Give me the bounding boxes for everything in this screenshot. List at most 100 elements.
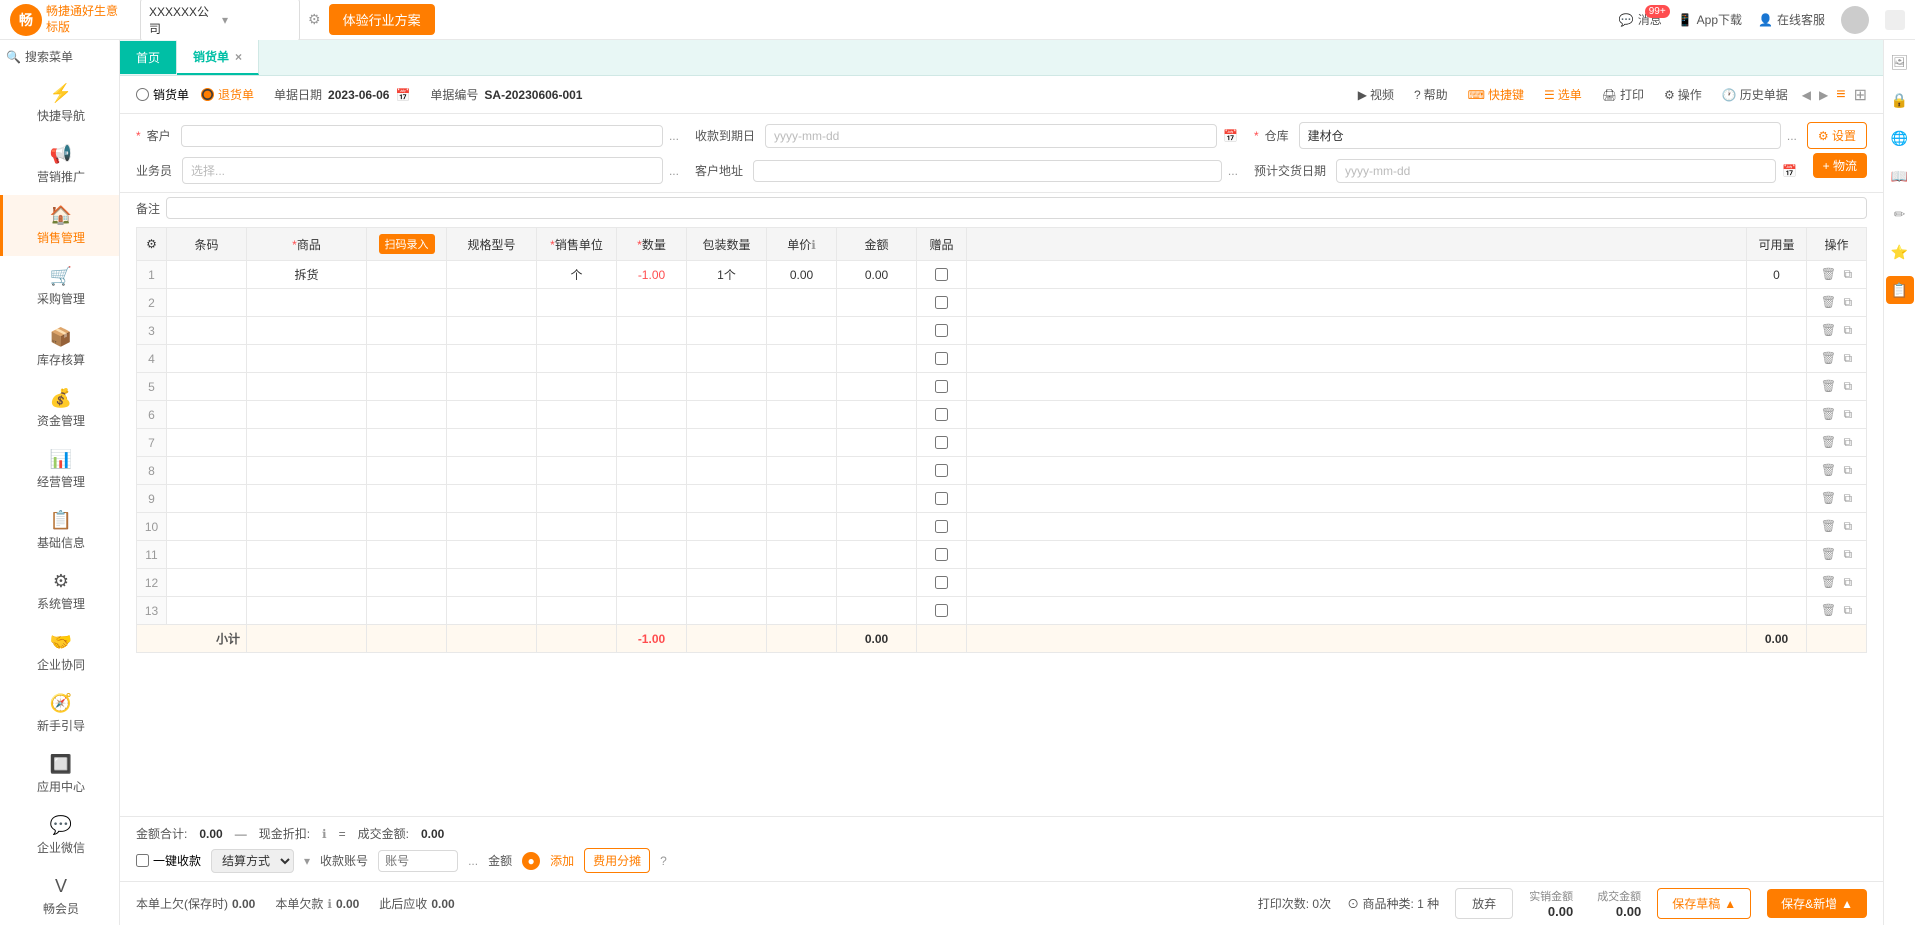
sidebar-item-purchase[interactable]: 🛒 采购管理: [0, 256, 119, 317]
rs-shield-icon[interactable]: 🔒: [1886, 86, 1914, 114]
gift-checkbox[interactable]: [935, 548, 948, 561]
pkg-qty-cell[interactable]: [687, 429, 767, 457]
spec-cell[interactable]: [447, 597, 537, 625]
quantity-cell[interactable]: [617, 401, 687, 429]
product-cell[interactable]: [247, 429, 367, 457]
barcode-cell[interactable]: [167, 429, 247, 457]
customer-addr-input[interactable]: [753, 160, 1222, 182]
account-dots-btn[interactable]: ...: [468, 854, 478, 868]
rs-globe-icon[interactable]: 🌐: [1886, 124, 1914, 152]
price-cell[interactable]: 0.00: [767, 261, 837, 289]
amount-cell[interactable]: [837, 345, 917, 373]
sidebar-item-sales[interactable]: 🏠 销售管理: [0, 195, 119, 256]
customer-addr-dots[interactable]: ...: [1228, 164, 1238, 178]
settings-icon[interactable]: ⚙: [308, 11, 321, 28]
radio-sales-order[interactable]: 销货单: [136, 86, 189, 103]
quantity-cell[interactable]: [617, 485, 687, 513]
product-cell[interactable]: [247, 289, 367, 317]
unit-cell[interactable]: [537, 317, 617, 345]
one-click-pay-input[interactable]: [136, 854, 149, 867]
sidebar-item-finance[interactable]: 💰 资金管理: [0, 378, 119, 439]
spec-cell[interactable]: [447, 457, 537, 485]
spec-cell[interactable]: [447, 317, 537, 345]
pkg-qty-cell[interactable]: [687, 457, 767, 485]
barcode-cell[interactable]: [167, 541, 247, 569]
price-cell[interactable]: [767, 541, 837, 569]
barcode-cell[interactable]: [167, 261, 247, 289]
copy-icon[interactable]: ⧉: [1844, 295, 1853, 309]
gift-cell[interactable]: [917, 289, 967, 317]
trial-button[interactable]: 体验行业方案: [329, 4, 435, 35]
barcode-cell[interactable]: [167, 401, 247, 429]
table-gear-icon[interactable]: ⚙: [146, 237, 157, 251]
fee-help-icon[interactable]: ?: [660, 854, 667, 868]
gift-checkbox[interactable]: [935, 492, 948, 505]
gift-cell[interactable]: [917, 569, 967, 597]
amount-cell[interactable]: [837, 289, 917, 317]
pkg-qty-cell[interactable]: [687, 373, 767, 401]
barcode-cell[interactable]: [167, 373, 247, 401]
copy-icon[interactable]: ⧉: [1844, 463, 1853, 477]
gift-checkbox[interactable]: [935, 604, 948, 617]
unit-cell[interactable]: [537, 345, 617, 373]
copy-icon[interactable]: ⧉: [1844, 435, 1853, 449]
scan-button[interactable]: 扫码录入: [379, 234, 435, 254]
delete-icon[interactable]: 🗑: [1821, 575, 1836, 589]
calc-method-select[interactable]: 结算方式: [211, 849, 294, 873]
pkg-qty-cell[interactable]: [687, 541, 767, 569]
spec-cell[interactable]: [447, 569, 537, 597]
delete-icon[interactable]: 🗑: [1821, 519, 1836, 533]
sidebar-item-vip[interactable]: V 畅会员: [0, 866, 119, 925]
unit-cell[interactable]: [537, 401, 617, 429]
sidebar-item-marketing[interactable]: 📢 营销推广: [0, 134, 119, 195]
quantity-cell[interactable]: [617, 569, 687, 597]
unit-cell[interactable]: [537, 289, 617, 317]
product-cell[interactable]: [247, 317, 367, 345]
customer-dots-btn[interactable]: ...: [669, 129, 679, 143]
barcode-cell[interactable]: [167, 317, 247, 345]
app-download-button[interactable]: 📱 App下载: [1678, 11, 1742, 28]
delete-icon[interactable]: 🗑: [1821, 407, 1836, 421]
unit-cell[interactable]: [537, 597, 617, 625]
next-icon[interactable]: ▶: [1819, 88, 1828, 102]
copy-icon[interactable]: ⧉: [1844, 407, 1853, 421]
price-cell[interactable]: [767, 513, 837, 541]
grid-view-icon[interactable]: ⊞: [1854, 85, 1867, 105]
barcode-cell[interactable]: [167, 597, 247, 625]
product-cell[interactable]: [247, 597, 367, 625]
amount-cell[interactable]: [837, 541, 917, 569]
spec-cell[interactable]: [447, 289, 537, 317]
toolbar-print[interactable]: 🖨 打印: [1596, 84, 1650, 105]
delete-icon[interactable]: 🗑: [1821, 351, 1836, 365]
warehouse-input[interactable]: 建材仓: [1299, 122, 1781, 149]
gift-cell[interactable]: [917, 317, 967, 345]
sidebar-item-wechat[interactable]: 💬 企业微信: [0, 805, 119, 866]
online-service-button[interactable]: 👤 在线客服: [1758, 11, 1825, 28]
quantity-cell[interactable]: [617, 429, 687, 457]
unit-cell[interactable]: [537, 373, 617, 401]
price-cell[interactable]: [767, 569, 837, 597]
price-cell[interactable]: [767, 401, 837, 429]
list-view-icon[interactable]: ≡: [1836, 86, 1845, 104]
avatar[interactable]: [1841, 6, 1869, 34]
gift-cell[interactable]: [917, 597, 967, 625]
sidebar-item-operations[interactable]: 📊 经营管理: [0, 439, 119, 500]
message-button[interactable]: 💬 消息 99+: [1619, 11, 1662, 28]
toolbar-history[interactable]: 🕐 历史单据: [1716, 84, 1794, 105]
save-draft-button[interactable]: 保存草稿 ▲: [1657, 888, 1751, 919]
price-cell[interactable]: [767, 345, 837, 373]
note-input[interactable]: [166, 197, 1867, 219]
expected-date-input[interactable]: yyyy-mm-dd: [1336, 159, 1776, 183]
sidebar-item-enterprise[interactable]: 🤝 企业协同: [0, 622, 119, 683]
company-selector[interactable]: XXXXXX公司 ▾: [140, 0, 300, 42]
barcode-cell[interactable]: [167, 457, 247, 485]
info-icon-short[interactable]: ℹ: [327, 897, 332, 911]
copy-icon[interactable]: ⧉: [1844, 491, 1853, 505]
amount-cell[interactable]: [837, 317, 917, 345]
cash-discount-info-icon[interactable]: ℹ: [322, 827, 327, 841]
gift-checkbox[interactable]: [935, 520, 948, 533]
product-cell[interactable]: [247, 401, 367, 429]
customer-input[interactable]: [181, 125, 663, 147]
product-count-icon[interactable]: ⊙: [1347, 897, 1359, 911]
delete-icon[interactable]: 🗑: [1821, 323, 1836, 337]
